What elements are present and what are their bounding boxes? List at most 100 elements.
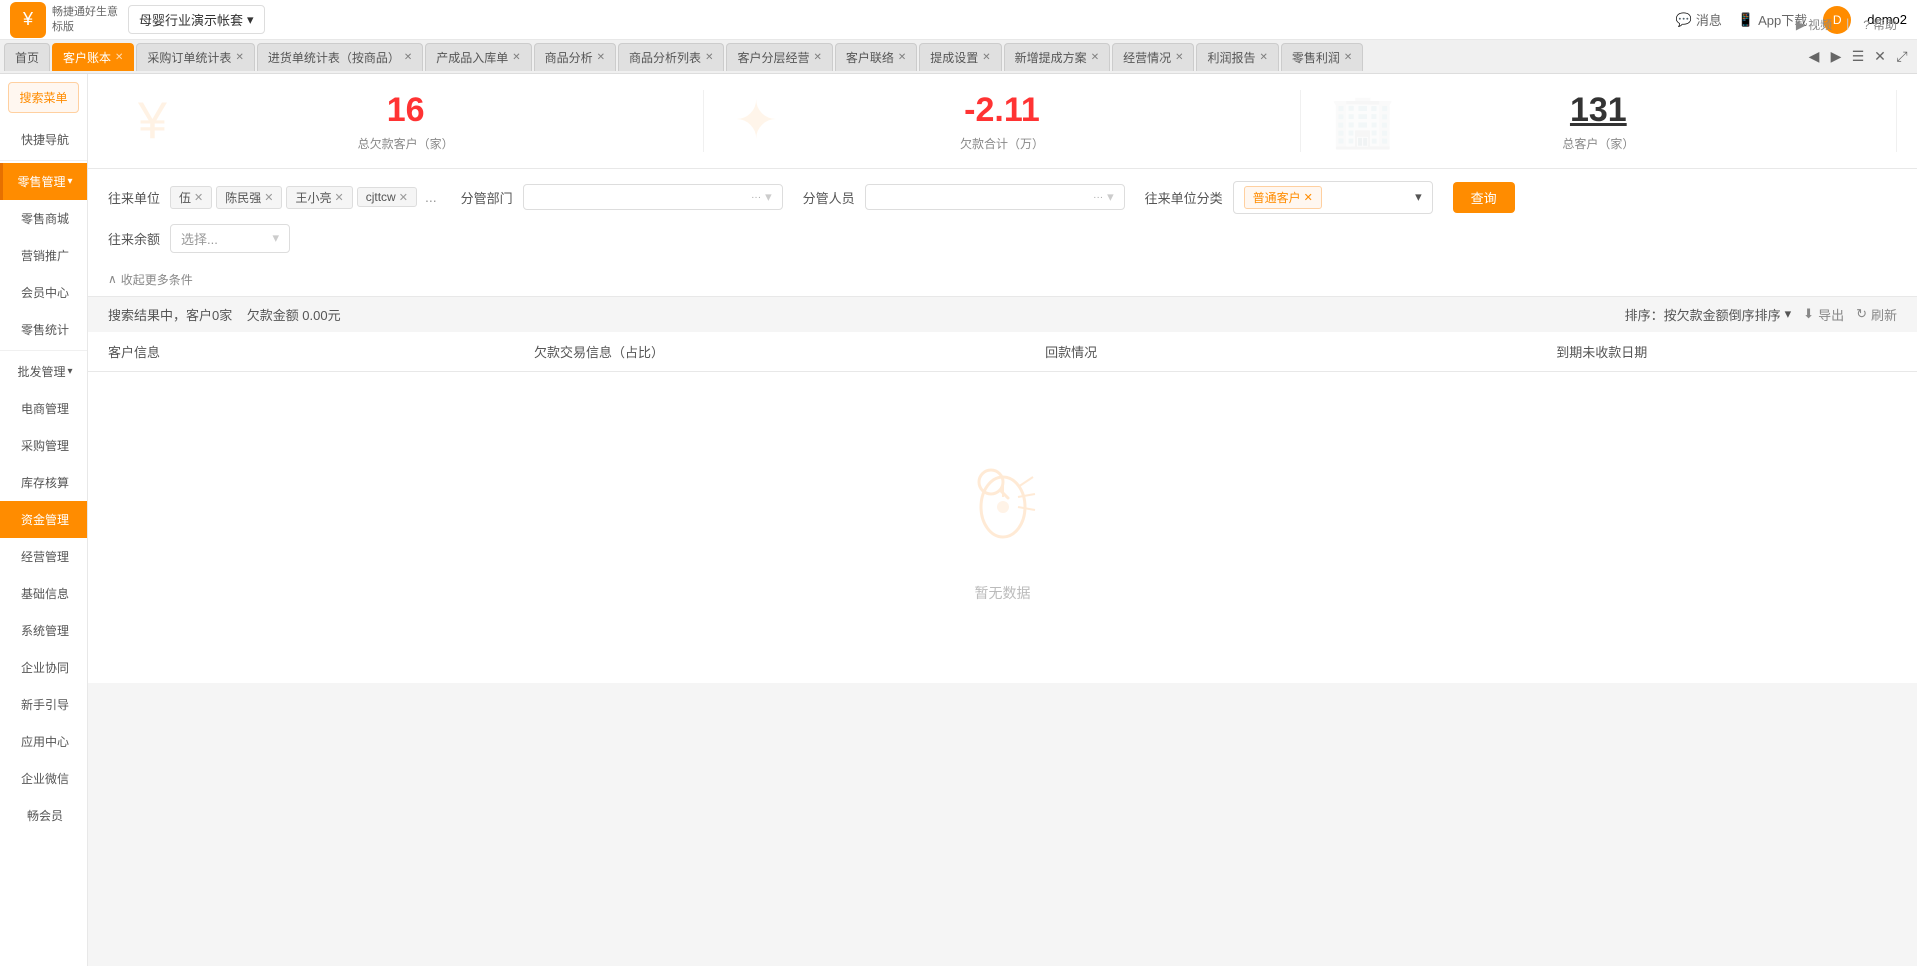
chevron-down-icon: ▾ [247, 12, 254, 28]
stat-value-debt-customers: 16 [387, 90, 425, 131]
system-select[interactable]: 母婴行业演示帐套 ▾ [128, 5, 265, 34]
remove-unit-tag-3[interactable]: ✕ [399, 191, 408, 204]
col-header-customer: 客户信息 [108, 342, 534, 361]
unit-class-arrow: ▾ [1415, 189, 1422, 205]
stat-value-total-customers: 131 [1570, 90, 1627, 131]
tab-close-btn[interactable]: ✕ [898, 52, 906, 63]
tab-product-analysis[interactable]: 商品分析 ✕ [534, 43, 616, 71]
tab-purchase-stats-by-product[interactable]: 进货单统计表（按商品） ✕ [257, 43, 423, 71]
tab-close-all-btn[interactable]: ✕ [1869, 46, 1891, 68]
sidebar-item-retail-mall[interactable]: 零售商城 [0, 200, 87, 237]
logo-area: ¥ 畅捷通好生意 标版 [10, 2, 118, 38]
tab-close-btn[interactable]: ✕ [597, 52, 605, 63]
dept-more-btn[interactable]: ··· [751, 192, 761, 203]
message-btn[interactable]: 💬 消息 [1676, 10, 1722, 29]
query-btn[interactable]: 查询 [1453, 182, 1515, 213]
staff-more-btn[interactable]: ··· [1093, 192, 1103, 203]
tab-business-status[interactable]: 经营情况 ✕ [1112, 43, 1194, 71]
tab-retail-profit[interactable]: 零售利润 ✕ [1281, 43, 1363, 71]
remain-amount-select[interactable]: 选择... ▾ [170, 224, 290, 253]
department-select[interactable]: ··· ▾ [523, 184, 783, 210]
remove-unit-tag-0[interactable]: ✕ [194, 191, 203, 204]
unit-tags-more[interactable]: ... [421, 187, 441, 207]
col-header-date: 到期未收款日期 [1556, 342, 1897, 361]
sidebar-item-system-mgmt[interactable]: 系统管理 [0, 612, 87, 649]
export-btn[interactable]: ⬇ 导出 [1803, 305, 1844, 324]
top-bar: ¥ 畅捷通好生意 标版 母婴行业演示帐套 ▾ 💬 消息 📱 App下载 D de… [0, 0, 1917, 40]
tab-close-btn[interactable]: ✕ [404, 52, 412, 63]
tab-home[interactable]: 首页 [4, 43, 50, 71]
export-icon: ⬇ [1803, 306, 1814, 322]
department-label: 分管部门 [461, 188, 513, 207]
tab-customer-tier[interactable]: 客户分层经营 ✕ [726, 43, 832, 71]
tab-close-btn[interactable]: ✕ [235, 52, 243, 63]
tab-customer-balance[interactable]: 客户账本 ✕ [52, 43, 134, 71]
logo-icon: ¥ [10, 2, 46, 38]
tab-product-analysis-list[interactable]: 商品分析列表 ✕ [618, 43, 724, 71]
tab-close-btn[interactable]: ✕ [1260, 52, 1268, 63]
tab-close-btn[interactable]: ✕ [512, 52, 520, 63]
tab-next-btn[interactable]: ▶ [1825, 46, 1847, 68]
sidebar-item-app-center[interactable]: 应用中心 [0, 723, 87, 760]
unit-class-tag: 普通客户 ✕ [1244, 186, 1322, 209]
tab-close-btn[interactable]: ✕ [1175, 52, 1183, 63]
refresh-btn[interactable]: ↻ 刷新 [1856, 305, 1897, 324]
tab-close-btn[interactable]: ✕ [705, 52, 713, 63]
content-area: ¥ 16 总欠款客户（家） ✦ -2.11 欠款合计（万） 🏢 131 总客户（… [88, 74, 1917, 966]
unit-tag-2: 王小亮 ✕ [286, 186, 352, 209]
unit-label: 往来单位 [108, 188, 160, 207]
stat-value-debt-amount: -2.11 [964, 90, 1040, 131]
search-menu-btn[interactable]: 搜索菜单 [8, 82, 79, 113]
message-icon: 💬 [1676, 12, 1692, 28]
tab-close-btn[interactable]: ✕ [115, 52, 123, 63]
sidebar-item-ecommerce[interactable]: 电商管理 [0, 390, 87, 427]
tab-product-inbound[interactable]: 产成品入库单 ✕ [425, 43, 531, 71]
tab-menu-btn[interactable]: ☰ [1847, 46, 1869, 68]
sidebar-item-enterprise-collab[interactable]: 企业协同 [0, 649, 87, 686]
sidebar-item-vip-member[interactable]: 畅会员 [0, 797, 87, 834]
sidebar-item-batch-mgmt[interactable]: 批发管理 ▾ [0, 353, 87, 390]
tab-purchase-order-stats[interactable]: 采购订单统计表 ✕ [136, 43, 254, 71]
sidebar-item-new-guide[interactable]: 新手引导 [0, 686, 87, 723]
sidebar-search-area: 搜索菜单 [0, 74, 87, 121]
unit-class-select[interactable]: 普通客户 ✕ ▾ [1233, 181, 1433, 214]
sidebar-item-enterprise-wechat[interactable]: 企业微信 [0, 760, 87, 797]
chevron-icon: ▾ [67, 176, 72, 187]
tab-profit-report[interactable]: 利润报告 ✕ [1196, 43, 1278, 71]
refresh-icon: ↻ [1856, 306, 1867, 322]
sidebar-item-member-center[interactable]: 会员中心 [0, 274, 87, 311]
tab-close-btn[interactable]: ✕ [813, 52, 821, 63]
sidebar-item-purchase-mgmt[interactable]: 采购管理 [0, 427, 87, 464]
tab-improve-settings[interactable]: 提成设置 ✕ [919, 43, 1001, 71]
sort-label: 排序：按欠款金额倒序排序 [1625, 305, 1781, 324]
tab-prev-btn[interactable]: ◀ [1803, 46, 1825, 68]
logo-text: 畅捷通好生意 标版 [52, 5, 118, 34]
sidebar-item-ops-mgmt[interactable]: 经营管理 [0, 538, 87, 575]
tab-close-btn[interactable]: ✕ [1344, 52, 1352, 63]
stat-total-customers: 🏢 131 总客户（家） [1301, 90, 1897, 152]
remove-unit-tag-1[interactable]: ✕ [264, 191, 273, 204]
sidebar-item-retail-mgmt[interactable]: 零售管理 ▾ [0, 163, 87, 200]
sidebar-item-retail-stats[interactable]: 零售统计 [0, 311, 87, 348]
sidebar-item-inventory[interactable]: 库存核算 [0, 464, 87, 501]
data-table: 客户信息 欠款交易信息（占比） 回款情况 到期未收款日期 [88, 332, 1917, 683]
remain-amount-label: 往来余额 [108, 229, 160, 248]
tab-close-btn[interactable]: ✕ [982, 52, 990, 63]
tab-new-improve[interactable]: 新增提成方案 ✕ [1004, 43, 1110, 71]
main-layout: 搜索菜单 快捷导航 零售管理 ▾ 零售商城 营销推广 会员中心 零售统计 批发管… [0, 74, 1917, 966]
sidebar-item-basic-info[interactable]: 基础信息 [0, 575, 87, 612]
tab-close-btn[interactable]: ✕ [1091, 52, 1099, 63]
stat-debt-amount: ✦ -2.11 欠款合计（万） [704, 90, 1300, 152]
filter-bar: 往来单位 伍 ✕ 陈民强 ✕ 王小亮 ✕ cjttcw [88, 169, 1917, 297]
tab-expand-btn[interactable]: ⤢ [1891, 46, 1913, 68]
sort-select[interactable]: 排序：按欠款金额倒序排序 ▾ [1625, 305, 1792, 324]
remove-unit-tag-2[interactable]: ✕ [335, 191, 344, 204]
remove-unit-class-tag[interactable]: ✕ [1304, 191, 1313, 204]
staff-select[interactable]: ··· ▾ [865, 184, 1125, 210]
sidebar-item-finance[interactable]: 资金管理 [0, 501, 87, 538]
sidebar-item-marketing[interactable]: 营销推广 [0, 237, 87, 274]
collapse-btn[interactable]: ∧ 收起更多条件 [108, 263, 1897, 296]
tab-customer-contact[interactable]: 客户联络 ✕ [835, 43, 917, 71]
sidebar-item-quick-nav[interactable]: 快捷导航 [0, 121, 87, 158]
sort-arrow: ▾ [1785, 306, 1792, 322]
